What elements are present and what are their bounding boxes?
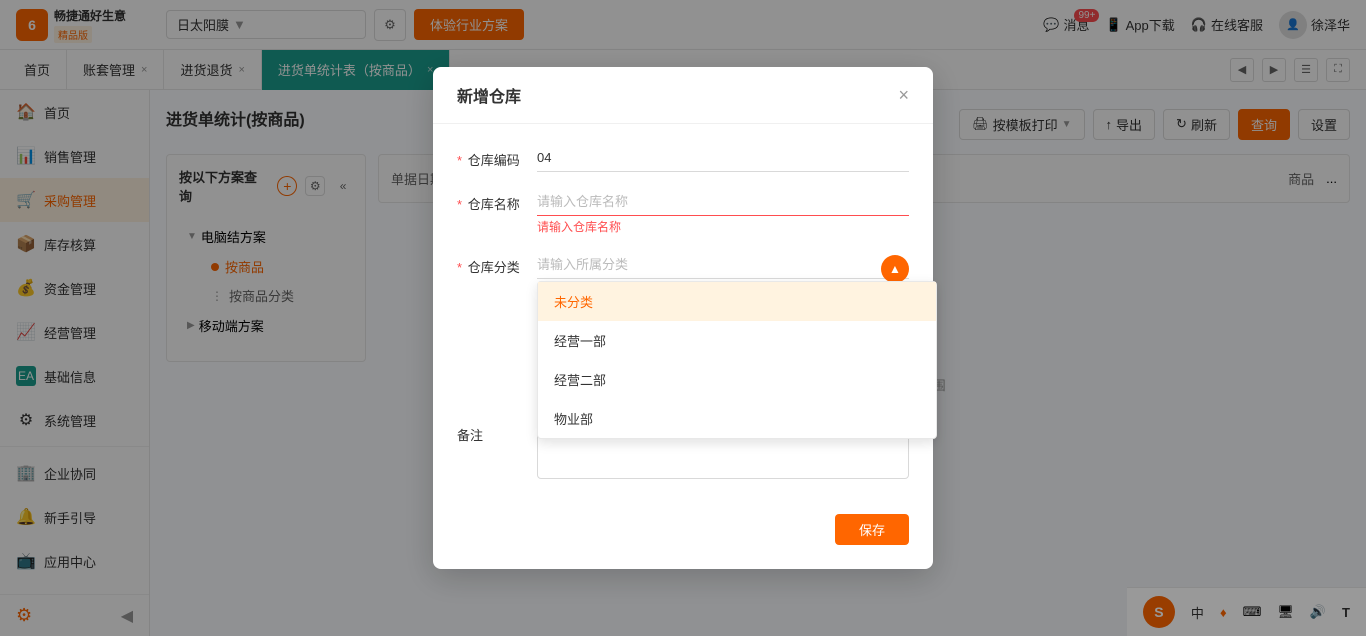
save-button[interactable]: 保存	[835, 514, 909, 545]
form-label-name: * 仓库名称	[457, 188, 537, 213]
form-control-code	[537, 144, 909, 172]
name-error-msg: 请输入仓库名称	[537, 218, 909, 235]
modal-footer: 保存	[433, 498, 933, 545]
form-row-category: * 仓库分类 ▲ 未分类 经营一部 经营二部 物业部	[457, 251, 909, 279]
modal-header: 新增仓库 ×	[433, 67, 933, 124]
code-input[interactable]	[537, 144, 909, 172]
required-star-name: *	[457, 197, 462, 212]
form-label-category: * 仓库分类	[457, 251, 537, 276]
modal-close-button[interactable]: ×	[898, 86, 909, 104]
category-dropdown-list: 未分类 经营一部 经营二部 物业部	[537, 281, 937, 439]
category-dropdown-button[interactable]: ▲	[881, 255, 909, 283]
form-label-note: 备注	[457, 419, 537, 444]
dropdown-option-2[interactable]: 经营二部	[538, 360, 936, 399]
category-input[interactable]	[537, 251, 909, 279]
required-star-category: *	[457, 260, 462, 275]
name-input[interactable]	[537, 188, 909, 216]
form-control-category: ▲ 未分类 经营一部 经营二部 物业部	[537, 251, 909, 279]
modal-body: * 仓库编码 * 仓库名称 请输入仓库名称	[433, 124, 933, 482]
form-label-code: * 仓库编码	[457, 144, 537, 169]
dropdown-option-0[interactable]: 未分类	[538, 282, 936, 321]
dropdown-option-3[interactable]: 物业部	[538, 399, 936, 438]
required-star: *	[457, 153, 462, 168]
modal-new-warehouse: 新增仓库 × * 仓库编码 * 仓库名称	[433, 67, 933, 569]
form-row-name: * 仓库名称 请输入仓库名称	[457, 188, 909, 235]
modal-overlay: 新增仓库 × * 仓库编码 * 仓库名称	[0, 0, 1366, 636]
dropdown-option-1[interactable]: 经营一部	[538, 321, 936, 360]
modal-title: 新增仓库	[457, 83, 521, 107]
form-row-code: * 仓库编码	[457, 144, 909, 172]
form-control-name: 请输入仓库名称	[537, 188, 909, 235]
